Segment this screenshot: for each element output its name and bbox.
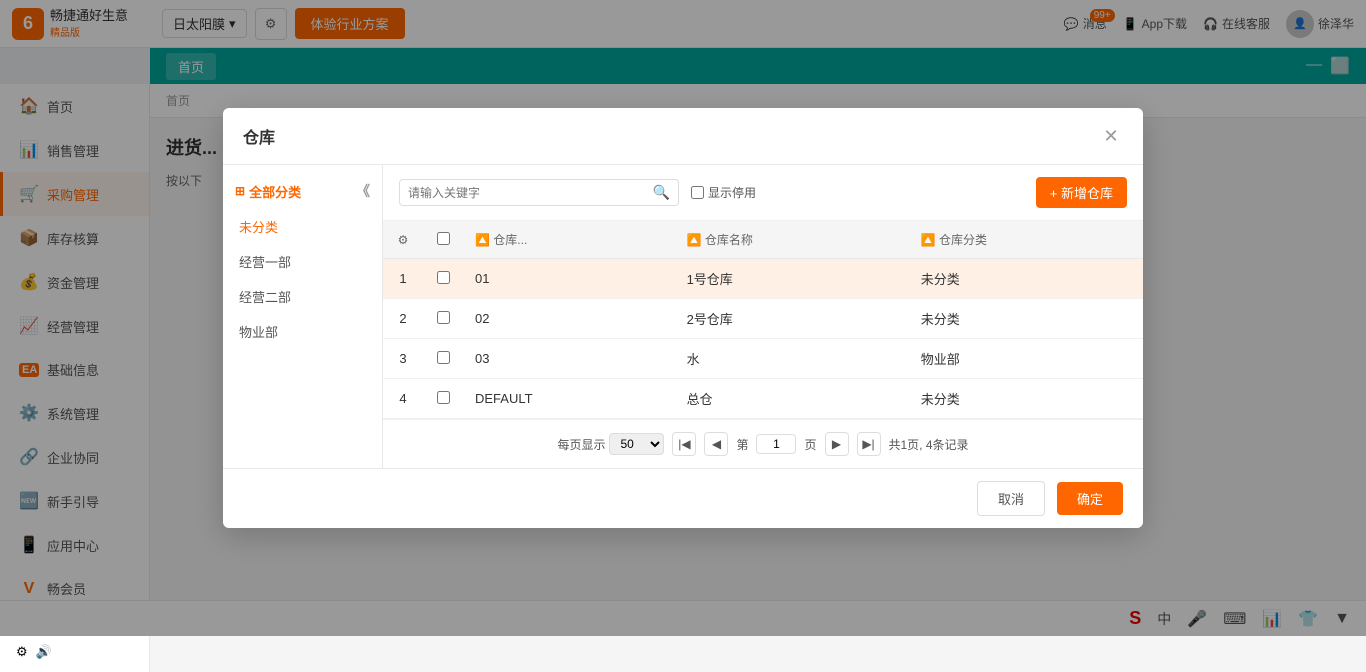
select-all-checkbox[interactable] xyxy=(437,232,450,245)
modal-title: 仓库 xyxy=(243,124,275,148)
pagination: 每页显示 50 100 200 |◀ ◀ 第 1 页 ▶ ▶| 共1页, 4条记… xyxy=(383,419,1143,468)
col-code: 🔼 仓库... xyxy=(463,221,675,259)
row-4-name: 总仓 xyxy=(675,379,909,419)
col-checkbox xyxy=(423,221,463,259)
category-panel: ⊞ 全部分类 《 未分类 经营一部 经营二部 物业部 xyxy=(223,165,383,468)
modal-close-button[interactable]: ✕ xyxy=(1099,124,1123,148)
first-page-button[interactable]: |◀ xyxy=(672,432,696,456)
row-4-checkbox[interactable] xyxy=(437,391,450,404)
sidebar-bottom: ⚙ 🔊 xyxy=(0,631,149,672)
right-panel: 🔍 显示停用 + 新增仓库 ⚙ xyxy=(383,165,1143,468)
next-page-button[interactable]: ▶ xyxy=(825,432,849,456)
table-row[interactable]: 1 01 1号仓库 未分类 xyxy=(383,259,1143,299)
page-number-input[interactable]: 1 xyxy=(756,434,796,454)
col-name: 🔼 仓库名称 xyxy=(675,221,909,259)
table-row[interactable]: 3 03 水 物业部 xyxy=(383,339,1143,379)
row-no-2: 2 xyxy=(383,299,423,339)
row-4-category: 未分类 xyxy=(909,379,1143,419)
table-header-row: ⚙ 🔼 仓库... 🔼 仓库名称 xyxy=(383,221,1143,259)
category-item-ops2[interactable]: 经营二部 xyxy=(223,279,382,314)
warehouse-table: ⚙ 🔼 仓库... 🔼 仓库名称 xyxy=(383,221,1143,419)
cancel-button[interactable]: 取消 xyxy=(977,481,1045,516)
search-icon[interactable]: 🔍 xyxy=(653,184,670,201)
show-disabled-label: 显示停用 xyxy=(691,184,756,201)
search-box: 🔍 xyxy=(399,179,679,206)
table-row[interactable]: 2 02 2号仓库 未分类 xyxy=(383,299,1143,339)
table-row[interactable]: 4 DEFAULT 总仓 未分类 xyxy=(383,379,1143,419)
row-2-name: 2号仓库 xyxy=(675,299,909,339)
modal-overlay: 仓库 ✕ ⊞ 全部分类 《 未分类 经营一部 xyxy=(0,0,1366,636)
row-1-name: 1号仓库 xyxy=(675,259,909,299)
row-no-4: 4 xyxy=(383,379,423,419)
row-3-category: 物业部 xyxy=(909,339,1143,379)
sound-icon[interactable]: 🔊 xyxy=(36,644,52,660)
col-settings: ⚙ xyxy=(383,221,423,259)
row-1-code: 01 xyxy=(463,259,675,299)
category-item-unclassified[interactable]: 未分类 xyxy=(223,209,382,244)
add-warehouse-button[interactable]: + 新增仓库 xyxy=(1036,177,1127,208)
row-1-checkbox[interactable] xyxy=(437,271,450,284)
settings-bottom-icon[interactable]: ⚙ xyxy=(16,644,28,660)
row-3-name: 水 xyxy=(675,339,909,379)
search-input[interactable] xyxy=(408,186,647,200)
row-no-1: 1 xyxy=(383,259,423,299)
modal-footer: 取消 确定 xyxy=(223,468,1143,528)
collapse-button[interactable]: 《 xyxy=(356,181,370,201)
warehouse-table-area: ⚙ 🔼 仓库... 🔼 仓库名称 xyxy=(383,221,1143,419)
row-3-code: 03 xyxy=(463,339,675,379)
row-3-checkbox[interactable] xyxy=(437,351,450,364)
total-info: 共1页, 4条记录 xyxy=(889,436,969,453)
last-page-button[interactable]: ▶| xyxy=(857,432,881,456)
category-item-ops1[interactable]: 经营一部 xyxy=(223,244,382,279)
row-no-3: 3 xyxy=(383,339,423,379)
confirm-button[interactable]: 确定 xyxy=(1057,482,1123,515)
row-2-code: 02 xyxy=(463,299,675,339)
grid-icon: ⊞ xyxy=(235,184,245,198)
show-disabled-checkbox[interactable] xyxy=(691,186,704,199)
modal-header: 仓库 ✕ xyxy=(223,108,1143,165)
per-page-dropdown[interactable]: 50 100 200 xyxy=(609,433,664,455)
category-header: ⊞ 全部分类 《 xyxy=(223,177,382,209)
right-toolbar: 🔍 显示停用 + 新增仓库 xyxy=(383,165,1143,221)
page-size-select: 每页显示 50 100 200 xyxy=(557,433,664,455)
row-2-checkbox[interactable] xyxy=(437,311,450,324)
modal-body: ⊞ 全部分类 《 未分类 经营一部 经营二部 物业部 xyxy=(223,165,1143,468)
col-category: 🔼 仓库分类 xyxy=(909,221,1143,259)
category-title: 全部分类 xyxy=(249,182,301,201)
category-item-property[interactable]: 物业部 xyxy=(223,314,382,349)
prev-page-button[interactable]: ◀ xyxy=(704,432,728,456)
warehouse-modal: 仓库 ✕ ⊞ 全部分类 《 未分类 经营一部 xyxy=(223,108,1143,528)
row-4-code: DEFAULT xyxy=(463,379,675,419)
row-2-category: 未分类 xyxy=(909,299,1143,339)
settings-col-icon: ⚙ xyxy=(398,233,409,247)
row-1-category: 未分类 xyxy=(909,259,1143,299)
